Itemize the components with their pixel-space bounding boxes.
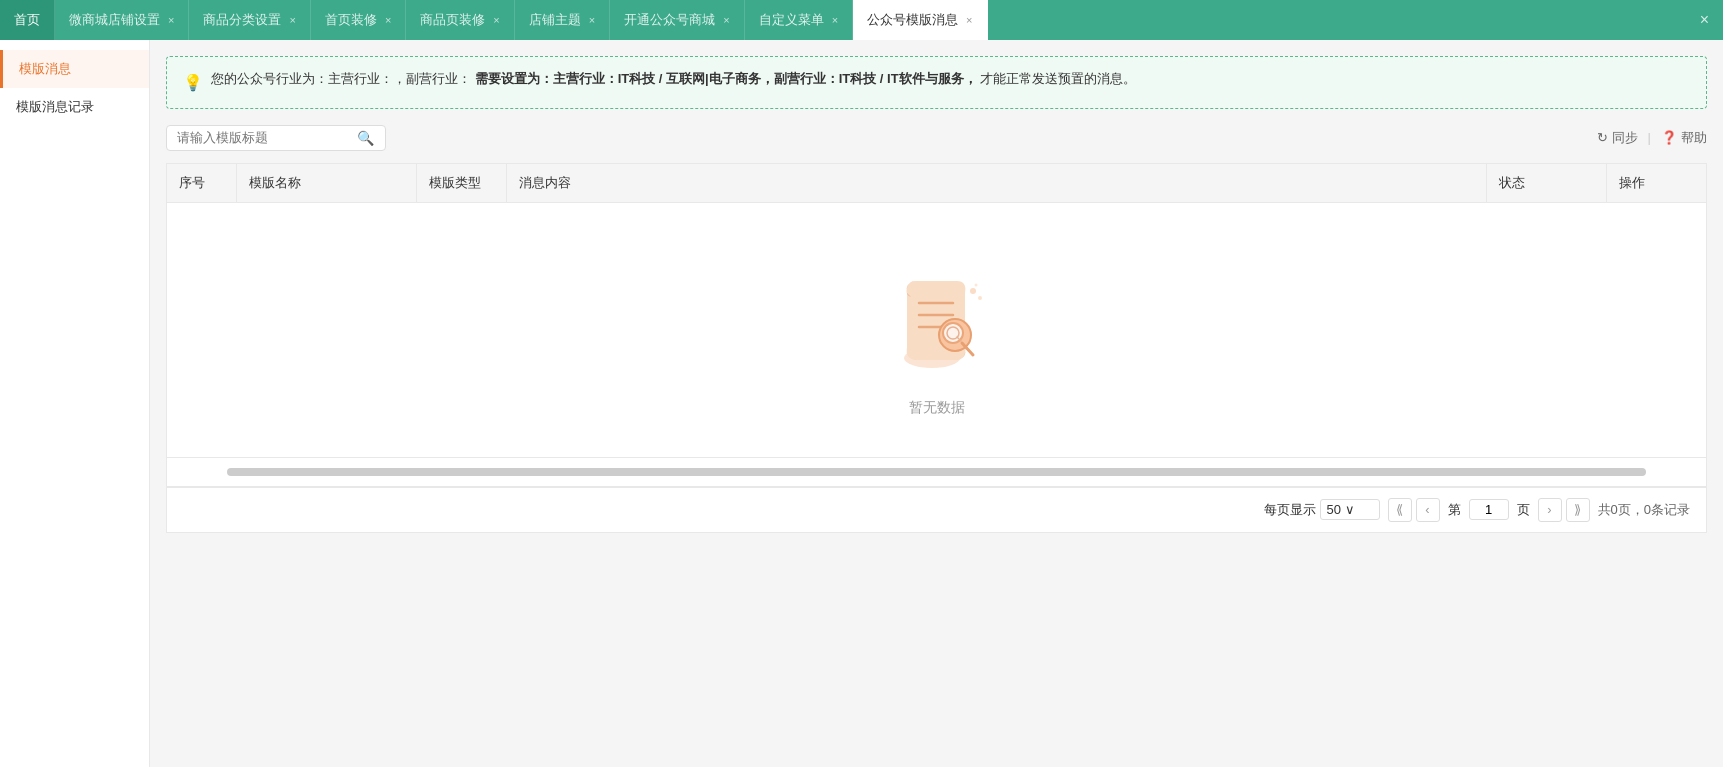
main-layout: 模版消息 模版消息记录 💡 您的公众号行业为：主营行业：，副营行业： 需要设置为… <box>0 40 1723 767</box>
sidebar-template-log-label: 模版消息记录 <box>16 99 94 114</box>
help-label: 帮助 <box>1681 129 1707 147</box>
svg-point-10 <box>978 296 982 300</box>
page-label-suf: 页 <box>1517 501 1530 519</box>
tab-home-decoration-close[interactable]: × <box>385 14 391 26</box>
svg-point-9 <box>970 288 976 294</box>
tab-home-decoration-label: 首页装修 <box>325 11 377 29</box>
toolbar-right: ↻ 同步 | ❓ 帮助 <box>1597 129 1707 147</box>
col-seq: 序号 <box>167 163 237 202</box>
tab-open-mall-close[interactable]: × <box>723 14 729 26</box>
total-info: 共0页，0条记录 <box>1598 501 1690 519</box>
notice-suffix: 才能正常发送预置的消息。 <box>980 71 1136 86</box>
content-area: 💡 您的公众号行业为：主营行业：，副营行业： 需要设置为：主营行业：IT科技 /… <box>150 40 1723 767</box>
sidebar-item-template-msg[interactable]: 模版消息 <box>0 50 149 88</box>
page-size-label: 每页显示 <box>1264 501 1316 519</box>
tab-home-label: 首页 <box>14 11 40 29</box>
next-page-button[interactable]: › <box>1538 498 1562 522</box>
tab-product-category-close[interactable]: × <box>289 14 295 26</box>
page-label-pre: 第 <box>1448 501 1461 519</box>
first-page-button[interactable]: ⟪ <box>1388 498 1412 522</box>
tab-open-mall[interactable]: 开通公众号商城 × <box>610 0 744 40</box>
notice-prefix: 您的公众号行业为：主营行业：，副营行业： <box>211 71 471 86</box>
empty-text: 暂无数据 <box>187 399 1686 417</box>
help-icon: ❓ <box>1661 130 1677 145</box>
tab-custom-menu[interactable]: 自定义菜单 × <box>745 0 853 40</box>
tab-shop-theme-close[interactable]: × <box>589 14 595 26</box>
pagination: 每页显示 50 ∨ ⟪ ‹ 第 页 › ⟫ 共0页，0条记录 <box>166 487 1707 533</box>
sidebar-template-msg-label: 模版消息 <box>19 61 71 76</box>
tab-shop-settings-close[interactable]: × <box>168 14 174 26</box>
tab-template-msg[interactable]: 公众号模版消息 × <box>853 0 987 40</box>
tab-home-decoration[interactable]: 首页装修 × <box>311 0 406 40</box>
notice-icon: 💡 <box>183 70 203 96</box>
tab-custom-menu-close[interactable]: × <box>832 14 838 26</box>
page-size-dropdown[interactable]: 50 ∨ <box>1320 499 1380 520</box>
tab-product-category[interactable]: 商品分类设置 × <box>189 0 310 40</box>
prev-page-button[interactable]: ‹ <box>1416 498 1440 522</box>
col-type: 模版类型 <box>417 163 507 202</box>
col-content: 消息内容 <box>507 163 1487 202</box>
search-icon[interactable]: 🔍 <box>357 130 374 146</box>
col-action: 操作 <box>1607 163 1707 202</box>
data-table: 序号 模版名称 模版类型 消息内容 状态 操作 <box>166 163 1707 458</box>
help-button[interactable]: ❓ 帮助 <box>1661 129 1707 147</box>
tab-product-decoration-label: 商品页装修 <box>420 11 485 29</box>
tab-home[interactable]: 首页 <box>0 0 55 40</box>
empty-state: 暂无数据 <box>167 203 1706 457</box>
svg-point-11 <box>974 283 977 286</box>
page-number-input[interactable] <box>1469 499 1509 520</box>
tab-open-mall-label: 开通公众号商城 <box>624 11 715 29</box>
col-name: 模版名称 <box>237 163 417 202</box>
tab-template-msg-close[interactable]: × <box>966 14 972 26</box>
page-size-select: 每页显示 50 ∨ <box>1264 499 1380 520</box>
tab-shop-theme[interactable]: 店铺主题 × <box>515 0 610 40</box>
page-size-value: 50 <box>1327 502 1341 517</box>
last-page-button[interactable]: ⟫ <box>1566 498 1590 522</box>
page-nav: ⟪ ‹ 第 页 › ⟫ <box>1388 498 1590 522</box>
fake-scrollbar[interactable] <box>227 468 1646 476</box>
col-status: 状态 <box>1487 163 1607 202</box>
notice-banner: 💡 您的公众号行业为：主营行业：，副营行业： 需要设置为：主营行业：IT科技 /… <box>166 56 1707 109</box>
sidebar: 模版消息 模版消息记录 <box>0 40 150 767</box>
tab-product-category-label: 商品分类设置 <box>203 11 281 29</box>
sync-label: 同步 <box>1612 129 1638 147</box>
tab-product-decoration-close[interactable]: × <box>493 14 499 26</box>
tab-bar: 首页 微商城店铺设置 × 商品分类设置 × 首页装修 × 商品页装修 × 店铺主… <box>0 0 1723 40</box>
empty-row: 暂无数据 <box>167 202 1707 457</box>
notice-highlight: 需要设置为：主营行业：IT科技 / 互联网|电子商务，副营行业：IT科技 / I… <box>475 71 977 86</box>
tab-shop-settings[interactable]: 微商城店铺设置 × <box>55 0 189 40</box>
table-header-row: 序号 模版名称 模版类型 消息内容 状态 操作 <box>167 163 1707 202</box>
toolbar: 🔍 ↻ 同步 | ❓ 帮助 <box>166 125 1707 151</box>
tab-custom-menu-label: 自定义菜单 <box>759 11 824 29</box>
scroll-bar-area[interactable] <box>166 458 1707 487</box>
tab-shop-settings-label: 微商城店铺设置 <box>69 11 160 29</box>
sync-button[interactable]: ↻ 同步 <box>1597 129 1638 147</box>
toolbar-divider: | <box>1648 130 1651 145</box>
sidebar-item-template-log[interactable]: 模版消息记录 <box>0 88 149 126</box>
notice-text: 您的公众号行业为：主营行业：，副营行业： 需要设置为：主营行业：IT科技 / 互… <box>211 69 1136 90</box>
close-all-button[interactable]: × <box>1686 0 1723 40</box>
sync-icon: ↻ <box>1597 130 1608 145</box>
tab-template-msg-label: 公众号模版消息 <box>867 11 958 29</box>
search-box[interactable]: 🔍 <box>166 125 386 151</box>
tab-shop-theme-label: 店铺主题 <box>529 11 581 29</box>
search-input[interactable] <box>177 130 357 145</box>
empty-illustration <box>877 263 997 383</box>
chevron-down-icon: ∨ <box>1345 502 1355 517</box>
tab-product-decoration[interactable]: 商品页装修 × <box>406 0 514 40</box>
